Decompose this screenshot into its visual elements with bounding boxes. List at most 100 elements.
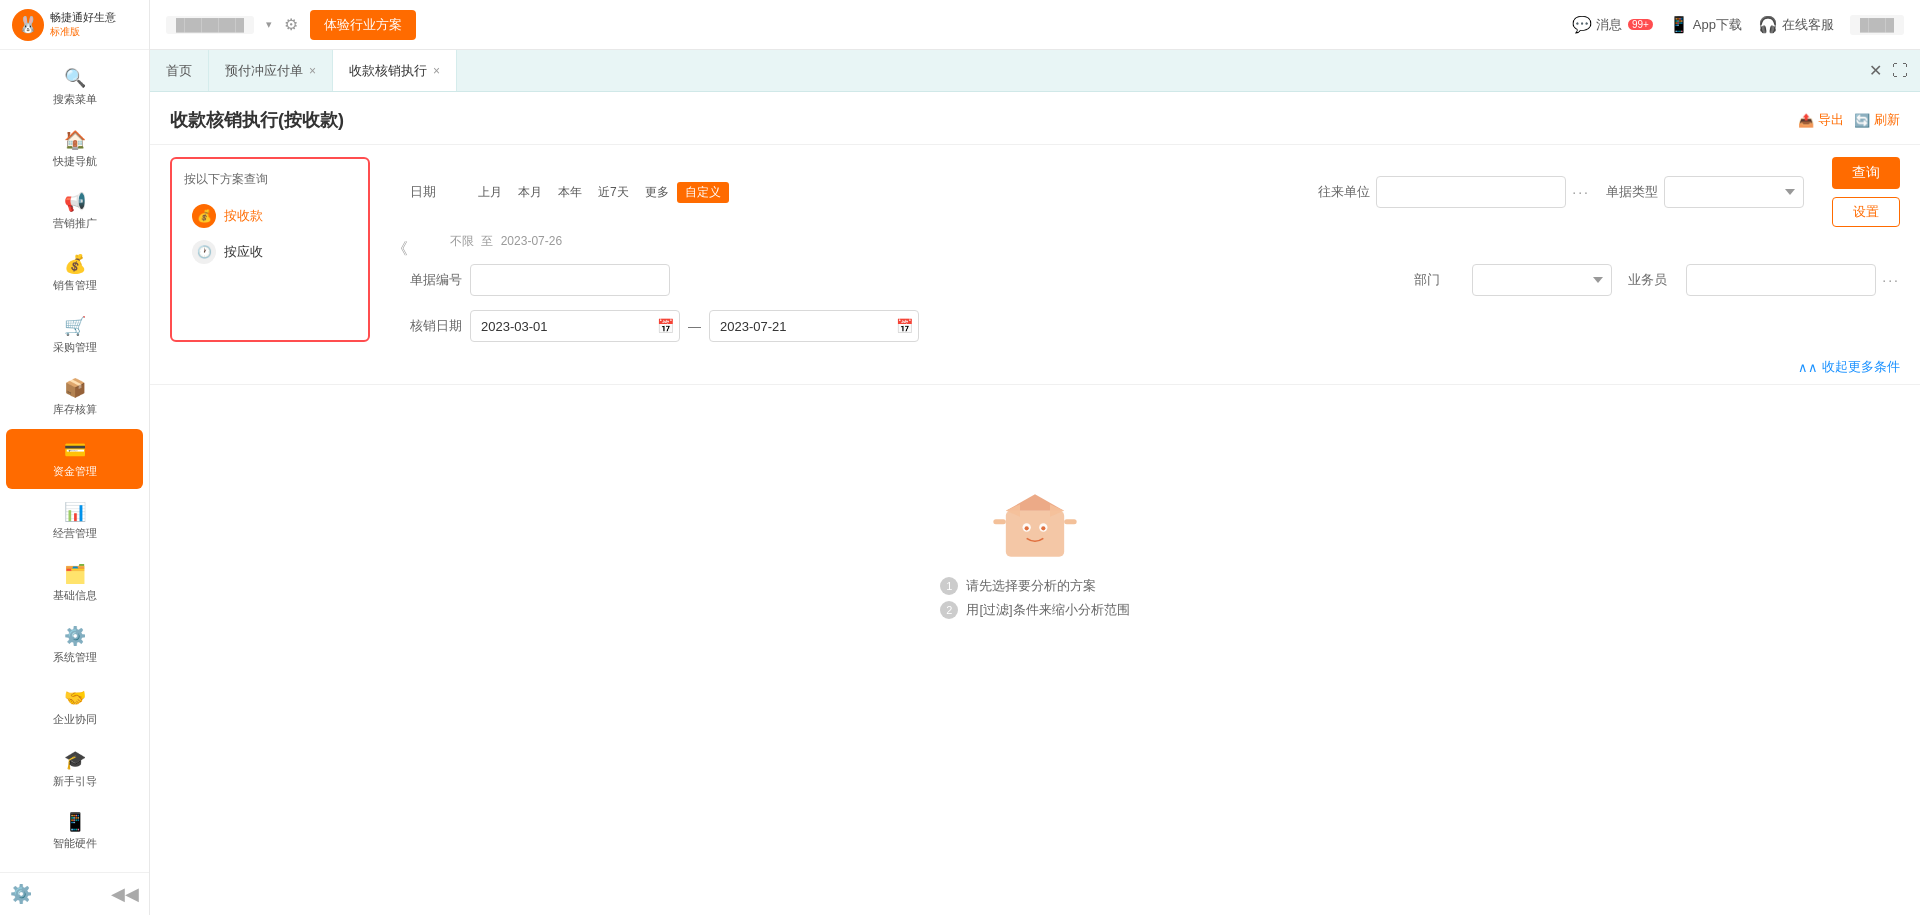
purchase-icon: 🛒 [64, 315, 86, 337]
verify-date-start-input[interactable] [470, 310, 680, 342]
party-dots[interactable]: ··· [1572, 184, 1590, 200]
sidebar-item-guide[interactable]: 🎓 新手引导 [6, 739, 143, 799]
doc-type-select[interactable] [1664, 176, 1804, 208]
sidebar-item-label: 经营管理 [53, 526, 97, 541]
message-label: 消息 [1596, 16, 1622, 34]
topbar-actions: 💬 消息 99+ 📱 App下载 🎧 在线客服 ████ [1572, 15, 1904, 35]
sidebar-item-basic-info[interactable]: 🗂️ 基础信息 [6, 553, 143, 613]
settings-bottom-icon[interactable]: ⚙️ [10, 883, 32, 905]
svg-rect-8 [993, 519, 1006, 524]
refresh-icon: 🔄 [1854, 113, 1870, 128]
dept-label: 部门 [1414, 271, 1466, 289]
app-logo-icon: 🐰 [12, 9, 44, 41]
refresh-button[interactable]: 🔄 刷新 [1854, 111, 1900, 129]
tab-home[interactable]: 首页 [150, 50, 209, 91]
sidebar-item-finance[interactable]: 💳 资金管理 [6, 429, 143, 489]
collapse-sidebar-icon[interactable]: ◀◀ [111, 883, 139, 905]
online-service-action[interactable]: 🎧 在线客服 [1758, 15, 1834, 34]
message-badge: 99+ [1628, 19, 1653, 30]
sidebar-item-smart-hw[interactable]: 📱 智能硬件 [6, 801, 143, 861]
collapse-more-button[interactable]: ∧∧ 收起更多条件 [1798, 358, 1900, 376]
date-tab-this-year[interactable]: 本年 [550, 181, 590, 204]
sidebar-item-search-menu[interactable]: 🔍 搜索菜单 [6, 57, 143, 117]
sidebar-item-label: 智能硬件 [53, 836, 97, 851]
sidebar-item-label: 基础信息 [53, 588, 97, 603]
verify-date-end-wrap: 📅 [709, 310, 919, 342]
tip-2-num: 2 [940, 601, 958, 619]
sidebar-item-label: 新手引导 [53, 774, 97, 789]
tab-prepay-close[interactable]: × [309, 64, 316, 78]
page-header: 收款核销执行(按收款) 📤 导出 🔄 刷新 [150, 92, 1920, 145]
tip-2-text: 用[过滤]条件来缩小分析范围 [966, 601, 1129, 619]
export-button[interactable]: 📤 导出 [1798, 111, 1844, 129]
tab-verify[interactable]: 收款核销执行 × [333, 50, 457, 91]
date-tab-7days[interactable]: 近7天 [590, 181, 637, 204]
filter-collapse-button[interactable]: 《 [390, 157, 410, 342]
collapse-more-label: 收起更多条件 [1822, 358, 1900, 376]
sidebar-item-operation[interactable]: 📊 经营管理 [6, 491, 143, 551]
calendar-start-icon[interactable]: 📅 [657, 318, 674, 334]
sidebar-item-label: 快捷导航 [53, 154, 97, 169]
sidebar-item-inventory[interactable]: 📦 库存核算 [6, 367, 143, 427]
filter-option-by-receipt[interactable]: 💰 按收款 [184, 198, 356, 234]
export-label: 导出 [1818, 111, 1844, 129]
staff-label: 业务员 [1628, 271, 1680, 289]
query-buttons: 查询 设置 [1820, 157, 1900, 227]
filter-option-by-receivable[interactable]: 🕐 按应收 [184, 234, 356, 270]
date-tab-last-month[interactable]: 上月 [470, 181, 510, 204]
sidebar-item-wechat[interactable]: 💬 企业微信 [6, 863, 143, 872]
page-inner: 收款核销执行(按收款) 📤 导出 🔄 刷新 按以下方案查询 [150, 92, 1920, 915]
staff-input[interactable] [1686, 264, 1876, 296]
message-icon: 💬 [1572, 15, 1592, 34]
date-tabs: 上月 本月 本年 近7天 更多 自定义 [470, 181, 729, 204]
svg-rect-0 [1006, 511, 1064, 557]
fullscreen-tab-icon[interactable]: ⛶ [1892, 62, 1908, 80]
empty-state-illustration [985, 465, 1085, 565]
svg-rect-9 [1064, 519, 1077, 524]
date-tab-this-month[interactable]: 本月 [510, 181, 550, 204]
sidebar-item-system[interactable]: ⚙️ 系统管理 [6, 615, 143, 675]
topbar: ████████ ▾ ⚙ 体验行业方案 💬 消息 99+ 📱 App下载 🎧 在… [150, 0, 1920, 50]
by-receivable-icon: 🕐 [192, 240, 216, 264]
date-custom-tag[interactable]: 自定义 [677, 182, 729, 203]
sidebar-item-quick-nav[interactable]: 🏠 快捷导航 [6, 119, 143, 179]
doc-no-label: 单据编号 [410, 271, 462, 289]
tip-1-num: 1 [940, 577, 958, 595]
tab-verify-close[interactable]: × [433, 64, 440, 78]
doc-type-label: 单据类型 [1606, 183, 1658, 201]
filter-panel: 按以下方案查询 💰 按收款 🕐 按应收 《 [150, 145, 1920, 354]
refresh-label: 刷新 [1874, 111, 1900, 129]
close-tab-icon[interactable]: ✕ [1869, 61, 1882, 80]
solution-button[interactable]: 体验行业方案 [310, 10, 416, 40]
doc-no-input[interactable] [470, 264, 670, 296]
staff-dots[interactable]: ··· [1882, 272, 1900, 288]
sidebar-item-marketing[interactable]: 📢 营销推广 [6, 181, 143, 241]
empty-state: 1 请先选择要分析的方案 2 用[过滤]条件来缩小分析范围 [150, 385, 1920, 699]
topbar-gear-icon[interactable]: ⚙ [284, 15, 298, 34]
page-title: 收款核销执行(按收款) [170, 108, 344, 132]
app-download-label: App下载 [1693, 16, 1742, 34]
tab-prepay[interactable]: 预付冲应付单 × [209, 50, 333, 91]
calendar-end-icon[interactable]: 📅 [896, 318, 913, 334]
app-download-action[interactable]: 📱 App下载 [1669, 15, 1742, 34]
message-action[interactable]: 💬 消息 99+ [1572, 15, 1653, 34]
sidebar-item-sales[interactable]: 💰 销售管理 [6, 243, 143, 303]
tab-prepay-label: 预付冲应付单 [225, 62, 303, 80]
sales-icon: 💰 [64, 253, 86, 275]
svg-point-6 [1025, 526, 1029, 530]
party-input[interactable] [1376, 176, 1566, 208]
settings-button[interactable]: 设置 [1832, 197, 1900, 227]
date-to-text: 至 [481, 234, 493, 248]
verify-date-field: 核销日期 📅 — 📅 [410, 310, 1900, 342]
sidebar-item-purchase[interactable]: 🛒 采购管理 [6, 305, 143, 365]
operation-icon: 📊 [64, 501, 86, 523]
topbar-chevron-icon: ▾ [266, 18, 272, 31]
verify-date-end-input[interactable] [709, 310, 919, 342]
query-button[interactable]: 查询 [1832, 157, 1900, 189]
date-value-text: 2023-07-26 [501, 234, 562, 248]
finance-icon: 💳 [64, 439, 86, 461]
date-tab-more[interactable]: 更多 [637, 181, 677, 204]
empty-state-tip-2: 2 用[过滤]条件来缩小分析范围 [940, 601, 1129, 619]
dept-select[interactable] [1472, 264, 1612, 296]
sidebar-item-corp-collab[interactable]: 🤝 企业协同 [6, 677, 143, 737]
